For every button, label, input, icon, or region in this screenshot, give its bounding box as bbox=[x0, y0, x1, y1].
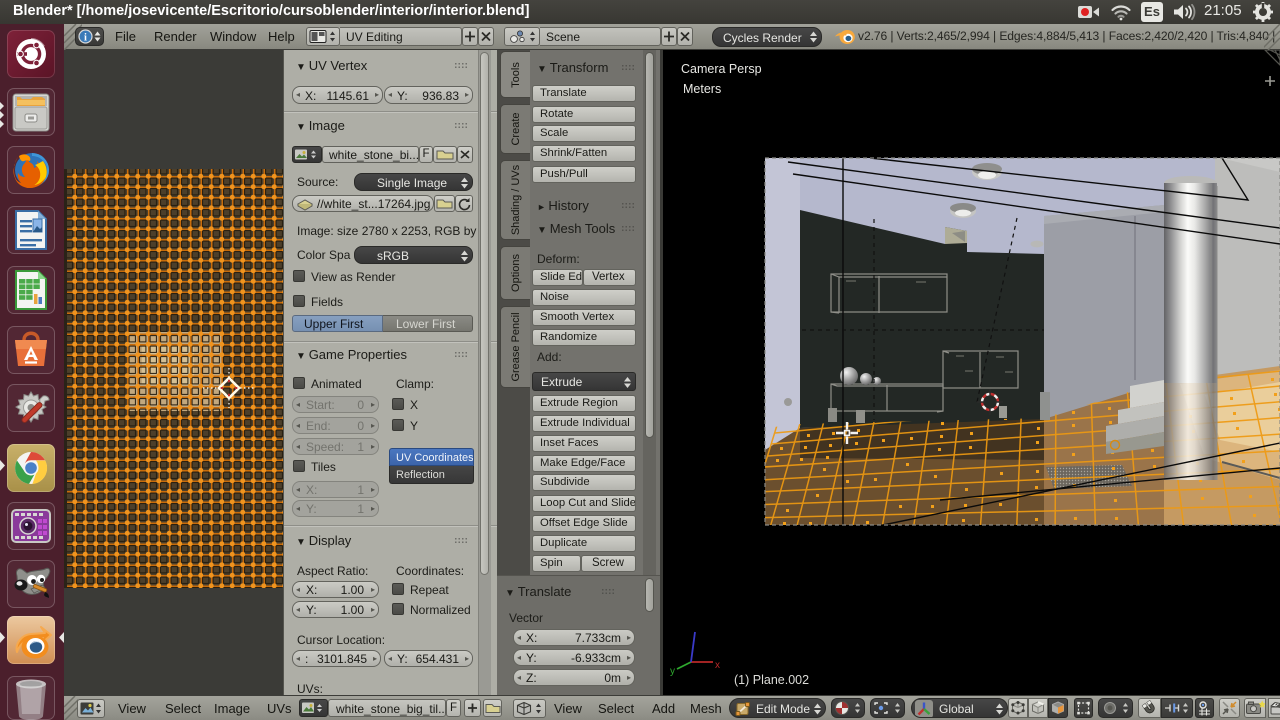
svg-text:y: y bbox=[670, 666, 675, 677]
svg-text:Meters: Meters bbox=[683, 82, 721, 96]
svg-text:i: i bbox=[84, 33, 87, 44]
svg-text:Camera Persp: Camera Persp bbox=[681, 62, 762, 76]
svg-text:x: x bbox=[715, 660, 720, 671]
svg-text:(1) Plane.002: (1) Plane.002 bbox=[734, 673, 809, 687]
